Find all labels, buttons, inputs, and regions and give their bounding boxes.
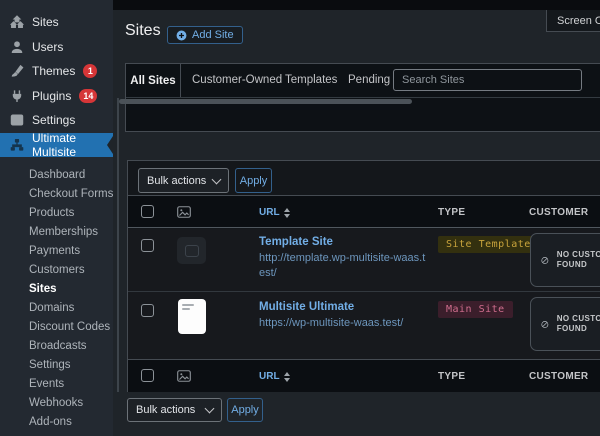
brush-icon <box>10 64 24 78</box>
table-row: Template Site http://template.wp-multisi… <box>128 229 600 292</box>
submenu-item-settings[interactable]: Settings <box>0 356 113 375</box>
horizontal-scrollbar[interactable] <box>119 99 412 104</box>
screen-options-button[interactable]: Screen Options <box>546 10 600 32</box>
submenu-item-webhooks[interactable]: Webhooks <box>0 394 113 413</box>
tab-templates[interactable]: Templates <box>285 64 337 97</box>
page-title: Sites <box>125 22 161 40</box>
url-header-label: URL <box>259 371 280 382</box>
sidebar-item-ultimate-multisite[interactable]: Ultimate Multisite <box>0 133 113 158</box>
sites-list-table: Bulk actions Apply URL TYPE CUSTOMER Tem… <box>127 160 600 392</box>
url-sort-header[interactable]: URL <box>259 207 290 218</box>
site-url-link[interactable]: http://template.wp-multisite-waas.test/ <box>259 251 427 281</box>
wordpress-admin-screen: Screen Options Sites Users Themes <box>0 0 600 436</box>
sidebar-submenu: Dashboard Checkout Forms Products Member… <box>0 166 113 432</box>
select-all-checkbox[interactable] <box>141 205 154 218</box>
submenu-item-dashboard[interactable]: Dashboard <box>0 166 113 185</box>
add-site-button[interactable]: Add Site <box>167 26 243 44</box>
select-all-checkbox[interactable] <box>141 369 154 382</box>
url-sort-header[interactable]: URL <box>259 371 290 382</box>
table-header-row: URL TYPE CUSTOMER <box>128 195 600 228</box>
chevron-down-icon <box>212 174 222 184</box>
admin-sidebar: Sites Users Themes 1 Plugins 14 <box>0 0 113 436</box>
no-customer-box: NO CUSTOMER FOUND <box>530 233 600 287</box>
site-thumbnail[interactable] <box>178 299 206 334</box>
sidebar-item-users[interactable]: Users <box>0 35 113 60</box>
plugins-update-badge: 14 <box>79 89 97 103</box>
submenu-item-events[interactable]: Events <box>0 375 113 394</box>
sidebar-item-plugins[interactable]: Plugins 14 <box>0 84 113 109</box>
submenu-item-memberships[interactable]: Memberships <box>0 223 113 242</box>
add-site-label: Add Site <box>192 29 234 41</box>
sidebar-item-sites[interactable]: Sites <box>0 10 113 35</box>
no-customer-text: NO CUSTOMER FOUND <box>557 314 600 335</box>
submenu-item-sites[interactable]: Sites <box>0 280 113 299</box>
customer-header-label: CUSTOMER <box>529 371 588 382</box>
plus-circle-icon <box>176 30 187 41</box>
current-menu-arrow <box>107 136 113 154</box>
site-type-badge: Main Site <box>438 301 513 318</box>
apply-button[interactable]: Apply <box>227 398 263 422</box>
tab-all-sites[interactable]: All Sites <box>126 64 181 97</box>
bulk-actions-select[interactable]: Bulk actions <box>127 398 222 422</box>
row-checkbox[interactable] <box>141 239 154 252</box>
submenu-item-payments[interactable]: Payments <box>0 242 113 261</box>
themes-update-badge: 1 <box>83 64 97 78</box>
table-footer-row: URL TYPE CUSTOMER <box>128 359 600 392</box>
admin-bar <box>113 0 600 10</box>
bulk-actions-label: Bulk actions <box>147 175 206 187</box>
sidebar-item-settings[interactable]: Settings <box>0 108 113 133</box>
tab-customer-owned[interactable]: Customer-Owned <box>192 64 282 97</box>
sidebar-item-label: Themes <box>32 64 75 78</box>
site-thumbnail[interactable] <box>177 237 206 264</box>
sidebar-item-label: Users <box>32 40 63 54</box>
sidebar-item-label: Ultimate Multisite <box>32 131 113 159</box>
sidebar-item-themes[interactable]: Themes 1 <box>0 59 113 84</box>
no-entry-icon <box>541 252 549 269</box>
customer-header-label: CUSTOMER <box>529 207 588 218</box>
multisite-icon <box>10 15 24 29</box>
submenu-item-checkout-forms[interactable]: Checkout Forms <box>0 185 113 204</box>
submenu-item-customers[interactable]: Customers <box>0 261 113 280</box>
apply-button[interactable]: Apply <box>235 168 272 193</box>
sidebar-item-label: Sites <box>32 15 59 29</box>
network-icon <box>10 138 24 152</box>
sidebar-item-label: Settings <box>32 113 75 127</box>
sidebar-item-label: Plugins <box>32 89 71 103</box>
submenu-item-products[interactable]: Products <box>0 204 113 223</box>
media-column-icon <box>177 206 191 218</box>
bulk-actions-label: Bulk actions <box>136 404 195 416</box>
site-name-link[interactable]: Multisite Ultimate <box>259 301 354 313</box>
settings-icon <box>10 113 24 127</box>
no-customer-text: NO CUSTOMER FOUND <box>557 250 600 271</box>
users-icon <box>10 40 24 54</box>
plug-icon <box>10 89 24 103</box>
site-type-badge: Site Template <box>438 236 539 253</box>
sort-arrows-icon <box>284 208 290 218</box>
site-name-link[interactable]: Template Site <box>259 236 333 248</box>
type-header-label: TYPE <box>438 371 465 382</box>
no-customer-box: NO CUSTOMER FOUND <box>530 297 600 351</box>
chevron-down-icon <box>205 404 215 414</box>
url-header-label: URL <box>259 207 280 218</box>
submenu-item-broadcasts[interactable]: Broadcasts <box>0 337 113 356</box>
tab-pending[interactable]: Pending <box>348 64 390 97</box>
media-column-icon <box>177 370 191 382</box>
sort-arrows-icon <box>284 372 290 382</box>
search-sites-input[interactable] <box>393 69 582 91</box>
bulk-actions-select[interactable]: Bulk actions <box>138 168 229 193</box>
submenu-item-add-ons[interactable]: Add-ons <box>0 413 113 432</box>
table-row: Multisite Ultimate https://wp-multisite-… <box>128 292 600 359</box>
type-header-label: TYPE <box>438 207 465 218</box>
row-checkbox[interactable] <box>141 304 154 317</box>
submenu-item-domains[interactable]: Domains <box>0 299 113 318</box>
vertical-scrollbar[interactable] <box>117 98 119 392</box>
no-entry-icon <box>541 316 549 333</box>
site-url-link[interactable]: https://wp-multisite-waas.test/ <box>259 316 427 331</box>
submenu-item-discount-codes[interactable]: Discount Codes <box>0 318 113 337</box>
